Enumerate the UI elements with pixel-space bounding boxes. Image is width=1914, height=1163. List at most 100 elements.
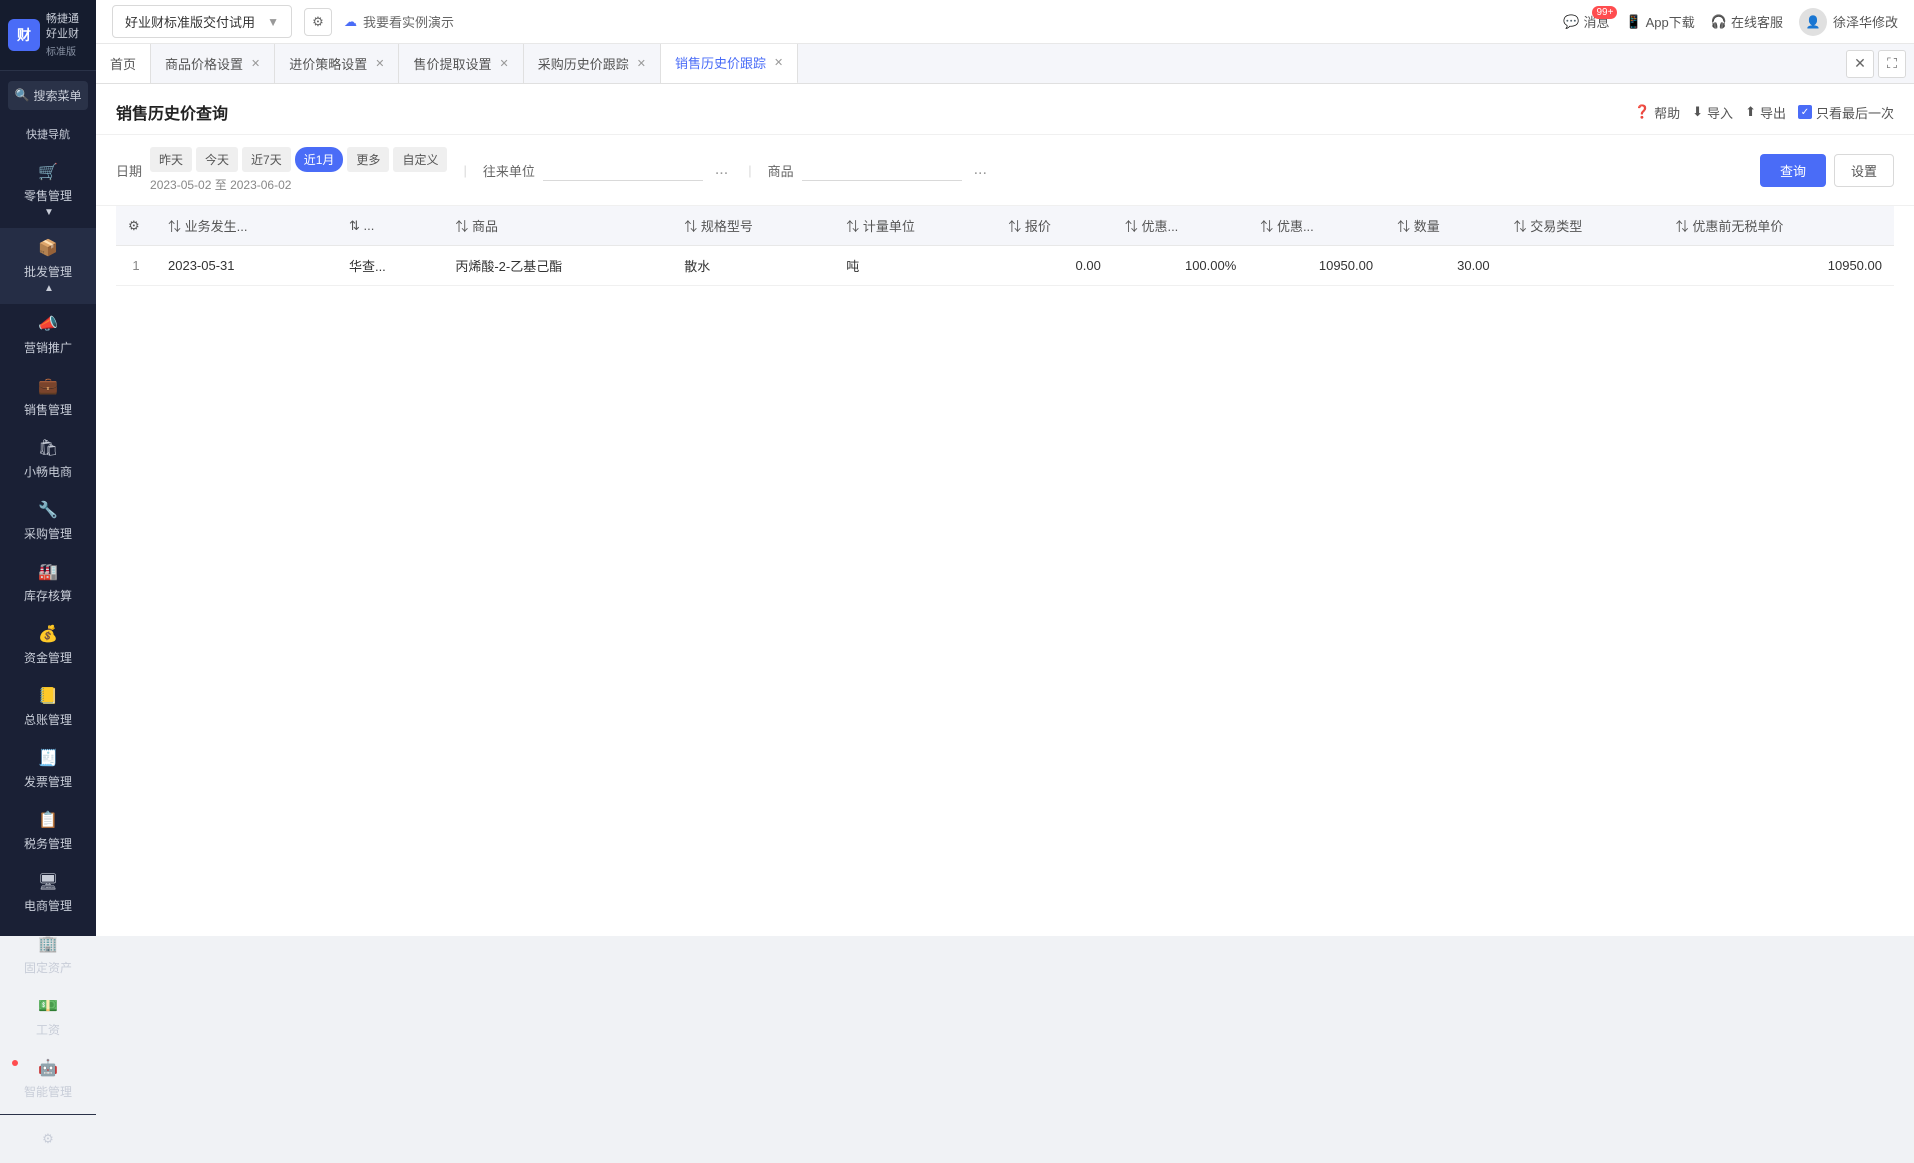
import-label: 导入	[1707, 103, 1733, 122]
col-transaction-type[interactable]: ⇅ 交易类型	[1502, 206, 1664, 246]
shuiwu-icon: 📋	[38, 810, 58, 830]
user-name: 徐泽华修改	[1833, 12, 1898, 31]
page-content: 销售历史价查询 ❓ 帮助 ⬇ 导入 ⬆ 导出 ✓ 只看最后一次	[96, 84, 1914, 936]
sidebar-item-gudingzichan[interactable]: 🏢 固定资产	[0, 924, 96, 986]
tab-sale-history-label: 销售历史价跟踪	[675, 53, 766, 72]
tab-sale-price-extract-label: 售价提取设置	[413, 54, 491, 73]
col-discount-pct[interactable]: ⇅ 优惠...	[1113, 206, 1248, 246]
col-price[interactable]: ⇅ 报价	[996, 206, 1113, 246]
cell-index: 1	[116, 246, 156, 286]
tab-purchase-history[interactable]: 采购历史价跟踪 ✕	[524, 44, 661, 84]
sidebar-settings-button[interactable]: ⚙	[8, 1123, 88, 1155]
settings-button[interactable]: 设置	[1834, 154, 1894, 187]
sidebar-item-shuiwu[interactable]: 📋 税务管理	[0, 800, 96, 862]
product-filter-group: 商品 ...	[768, 159, 991, 181]
sidebar-item-kucun[interactable]: 🏭 库存核算	[0, 552, 96, 614]
date-custom-btn[interactable]: 自定义	[393, 147, 447, 172]
date-range-text: 2023-05-02 至 2023-06-02	[150, 176, 447, 193]
col-gear[interactable]: ⚙	[116, 206, 156, 246]
search-icon: 🔍	[15, 88, 30, 102]
topbar: 好业财标准版交付试用 ▼ ⚙ ☁ 我要看实例演示 💬 消息 99+ 📱 App下…	[96, 0, 1914, 44]
online-service-button[interactable]: 🎧 在线客服	[1711, 12, 1783, 31]
col-extra[interactable]: ⇅ ...	[337, 206, 443, 246]
source-unit-input[interactable]	[543, 159, 703, 181]
sidebar-item-xiaoshou[interactable]: 💼 销售管理	[0, 366, 96, 428]
tab-product-price-close[interactable]: ✕	[251, 57, 260, 70]
sidebar-item-label: 库存核算	[24, 587, 72, 604]
date-yesterday-btn[interactable]: 昨天	[150, 147, 192, 172]
tab-purchase-strategy[interactable]: 进价策略设置 ✕	[275, 44, 399, 84]
help-button[interactable]: ❓ 帮助	[1634, 103, 1680, 122]
tab-sale-history-close[interactable]: ✕	[774, 56, 783, 69]
sidebar-search-area: 🔍 搜索菜单	[0, 71, 96, 120]
query-button[interactable]: 查询	[1760, 154, 1826, 187]
date-last1month-btn[interactable]: 近1月	[295, 147, 344, 172]
only-last-checkbox-group[interactable]: ✓ 只看最后一次	[1798, 103, 1894, 122]
xiaoshou-icon: 💼	[38, 376, 58, 396]
sidebar-item-caigou[interactable]: 🔧 采购管理	[0, 490, 96, 552]
date-today-btn[interactable]: 今天	[196, 147, 238, 172]
sidebar-item-yingxiao[interactable]: 📣 营销推广	[0, 304, 96, 366]
date-last7-btn[interactable]: 近7天	[242, 147, 291, 172]
tab-home-label: 首页	[110, 54, 136, 73]
col-quantity[interactable]: ⇅ 数量	[1385, 206, 1502, 246]
sidebar-item-zhineng[interactable]: 🤖 智能管理	[0, 1048, 96, 1110]
tab-sale-history[interactable]: 销售历史价跟踪 ✕	[661, 44, 798, 84]
sort-qty-icon: ⇅	[1397, 219, 1410, 234]
demo-button[interactable]: ☁ 我要看实例演示	[344, 12, 454, 31]
col-discount-amt[interactable]: ⇅ 优惠...	[1248, 206, 1385, 246]
tab-purchase-history-label: 采购历史价跟踪	[538, 54, 629, 73]
sidebar-item-gongzi[interactable]: 💵 工资	[0, 986, 96, 1048]
product-input[interactable]	[802, 159, 962, 181]
tab-sale-price-extract[interactable]: 售价提取设置 ✕	[399, 44, 523, 84]
sidebar-item-diangshang[interactable]: 🖥 电商管理	[0, 862, 96, 924]
export-button[interactable]: ⬆ 导出	[1745, 103, 1786, 122]
sidebar-item-lingshougaunli[interactable]: 🛒 零售管理 ▼	[0, 152, 96, 228]
page-header: 销售历史价查询 ❓ 帮助 ⬇ 导入 ⬆ 导出 ✓ 只看最后一次	[96, 84, 1914, 135]
maximize-window-button[interactable]: ⛶	[1878, 50, 1906, 78]
sidebar-item-label: 发票管理	[24, 773, 72, 790]
date-more-btn[interactable]: 更多	[347, 147, 389, 172]
sidebar-item-pifaguanli[interactable]: 📦 批发管理 ▲	[0, 228, 96, 304]
message-button[interactable]: 💬 消息 99+	[1563, 12, 1609, 31]
filter-area: 日期 昨天 今天 近7天 近1月 更多 自定义 2023-05-02 至 202…	[96, 135, 1914, 206]
col-business-date[interactable]: ⇅ 业务发生...	[156, 206, 337, 246]
demo-label: 我要看实例演示	[363, 12, 454, 31]
online-service-label: 在线客服	[1731, 12, 1783, 31]
message-icon: 💬	[1563, 14, 1579, 30]
sort-price-icon: ⇅	[1008, 219, 1021, 234]
source-unit-more-button[interactable]: ...	[711, 161, 732, 179]
cell-price: 0.00	[996, 246, 1113, 286]
sort-spec-icon: ⇅	[684, 219, 697, 234]
sidebar-item-zijin[interactable]: 💰 资金管理	[0, 614, 96, 676]
module-selector[interactable]: 好业财标准版交付试用 ▼	[112, 5, 292, 38]
app-download-icon: 📱	[1625, 14, 1641, 30]
tab-home[interactable]: 首页	[96, 44, 151, 84]
tab-product-price[interactable]: 商品价格设置 ✕	[151, 44, 275, 84]
tab-purchase-history-close[interactable]: ✕	[637, 57, 646, 70]
col-product[interactable]: ⇅ 商品	[443, 206, 672, 246]
col-unit[interactable]: ⇅ 计量单位	[834, 206, 996, 246]
sidebar-item-zhangmu[interactable]: 📒 总账管理	[0, 676, 96, 738]
search-menu-button[interactable]: 🔍 搜索菜单	[8, 81, 88, 110]
sidebar-item-fapiao[interactable]: 🧾 发票管理	[0, 738, 96, 800]
user-profile-button[interactable]: 👤 徐泽华修改	[1799, 8, 1898, 36]
tab-sale-price-extract-close[interactable]: ✕	[500, 57, 509, 70]
tab-purchase-strategy-close[interactable]: ✕	[375, 57, 384, 70]
cell-product: 丙烯酸-2-乙基己酯	[443, 246, 672, 286]
app-download-label: App下载	[1646, 12, 1695, 31]
data-table: ⚙ ⇅ 业务发生... ⇅ ... ⇅ 商品 ⇅ 规格型号 ⇅ 计量单位 ⇅ 报…	[116, 206, 1894, 286]
app-download-button[interactable]: 📱 App下载	[1625, 12, 1694, 31]
only-last-checkbox[interactable]: ✓	[1798, 105, 1812, 119]
table-row[interactable]: 1 2023-05-31 华查... 丙烯酸-2-乙基己酯 散水 吨 0.00 …	[116, 246, 1894, 286]
sidebar-item-kuaijie[interactable]: 快捷导航	[0, 120, 96, 148]
sidebar-item-xiaochang[interactable]: 🛍 小畅电商	[0, 428, 96, 490]
module-dropdown-arrow: ▼	[267, 15, 279, 29]
sidebar-nav: 🛒 零售管理 ▼ 📦 批发管理 ▲ 📣 营销推广 💼 销售管理 🛍 小畅电商 🔧…	[0, 148, 96, 1114]
col-spec[interactable]: ⇅ 规格型号	[672, 206, 834, 246]
col-pretax-unit-price[interactable]: ⇅ 优惠前无税单价	[1664, 206, 1894, 246]
close-window-button[interactable]: ✕	[1846, 50, 1874, 78]
import-button[interactable]: ⬇ 导入	[1692, 103, 1733, 122]
product-more-button[interactable]: ...	[970, 161, 991, 179]
topbar-settings-button[interactable]: ⚙	[304, 8, 332, 36]
